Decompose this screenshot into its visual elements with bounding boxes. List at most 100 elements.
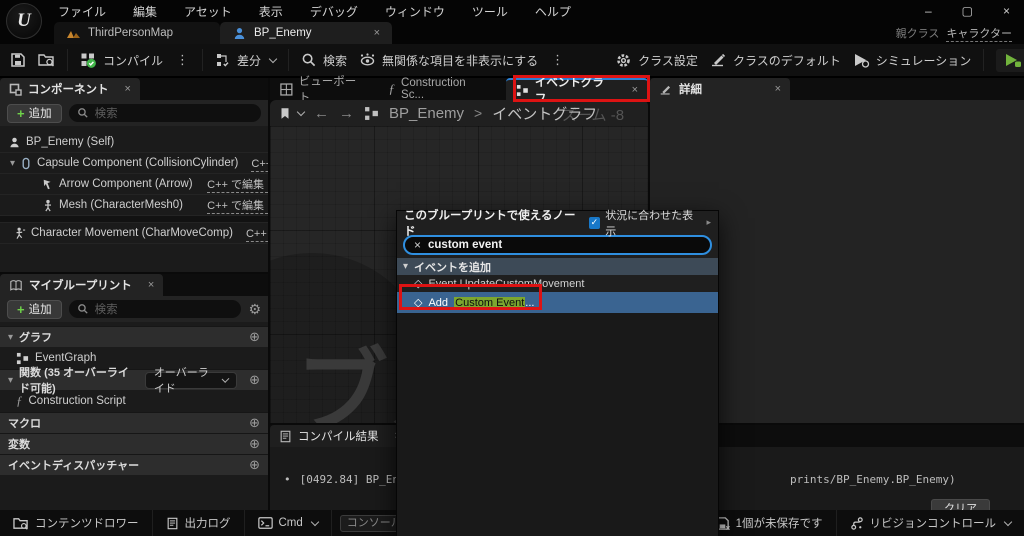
tab-viewport[interactable]: ビューポート [270, 76, 377, 104]
bookmark-icon[interactable] [278, 106, 292, 121]
tab-construction-script[interactable]: ƒ Construction Sc... [379, 77, 501, 101]
compile-options-kebab-icon[interactable]: ⋮ [175, 52, 190, 68]
play-icon[interactable] [1004, 52, 1022, 69]
tab-thirdpersonmap[interactable]: ThirdPersonMap [54, 22, 220, 44]
hide-unrelated-button[interactable]: 無関係な項目を非表示にする [359, 52, 538, 69]
browse-button[interactable] [38, 52, 55, 68]
find-button[interactable]: 検索 [301, 52, 347, 69]
hide-unrelated-kebab-icon[interactable]: ⋮ [550, 52, 565, 68]
cmd-dropdown[interactable]: Cmd [245, 510, 332, 536]
add-variable-icon[interactable]: ⊕ [249, 436, 260, 452]
menu-help[interactable]: ヘルプ [535, 3, 571, 20]
chevron-right-icon[interactable]: ▸ [706, 217, 711, 228]
search-icon [302, 53, 316, 67]
close-tab-icon[interactable]: × [148, 279, 154, 291]
component-row-self[interactable]: BP_Enemy (Self) [0, 132, 268, 153]
collapse-arrow-icon[interactable]: ▾ [8, 332, 13, 343]
dispatchers-section-header[interactable]: イベントディスパッチャー ⊕ [0, 454, 268, 475]
compile-check-icon [81, 53, 96, 68]
component-row-charmove[interactable]: Character Movement (CharMoveComp) C++ で編… [0, 223, 268, 244]
add-function-icon[interactable]: ⊕ [249, 372, 260, 388]
back-icon[interactable]: ← [314, 105, 329, 122]
close-window-button[interactable]: × [1003, 4, 1010, 18]
add-event-section-header[interactable]: ▾ イベントを追加 [397, 258, 718, 275]
tab-event-graph[interactable]: イベントグラフ × [506, 77, 648, 105]
menu-item-add-custom-event[interactable]: ◇ Add Custom Event... [397, 292, 718, 313]
clear-search-icon[interactable]: × [414, 238, 421, 252]
maximize-button[interactable]: ▢ [962, 4, 973, 18]
tab-compile-results[interactable]: コンパイル結果 × [270, 425, 410, 447]
panel-settings-gear-icon[interactable]: ⚙ [248, 301, 261, 318]
simulation-button[interactable]: シミュレーション [853, 52, 971, 69]
menu-edit[interactable]: 編集 [133, 3, 157, 20]
menu-item-update-custom-movement[interactable]: ◇ Event UpdateCustomMovement [397, 275, 718, 292]
add-macro-icon[interactable]: ⊕ [249, 415, 260, 431]
functions-section-header[interactable]: ▾ 関数 (35 オーバーライド可能) オーバーライド ⊕ [0, 367, 268, 395]
diff-button[interactable]: 差分 [215, 52, 278, 69]
component-row-capsule[interactable]: ▾ Capsule Component (CollisionCylinder) … [0, 153, 268, 174]
bookmark-chevron-icon[interactable] [296, 107, 306, 116]
tab-details[interactable]: 詳細 × [650, 78, 790, 100]
menu-bar: ファイル 編集 アセット 表示 デバッグ ウィンドウ ツール ヘルプ [58, 3, 571, 20]
tab-components[interactable]: コンポーネント × [0, 78, 140, 100]
content-drawer-icon [13, 517, 28, 530]
collapse-arrow-icon[interactable]: ▾ [403, 261, 408, 272]
close-tab-icon[interactable]: × [125, 83, 131, 95]
class-settings-button[interactable]: クラス設定 [615, 52, 698, 69]
edit-cpp-link[interactable]: C++ で編集 [245, 225, 268, 242]
context-sensitive-toggle[interactable]: ✓ 状況に合わせた表示 ▸ [588, 207, 711, 239]
revision-control-button[interactable]: リビジョンコントロール [835, 510, 1024, 536]
close-tab-icon[interactable]: × [632, 84, 638, 96]
variables-section-header[interactable]: 変数 ⊕ [0, 433, 268, 454]
components-search-input[interactable]: 検索 [68, 104, 261, 122]
menu-file[interactable]: ファイル [58, 3, 106, 20]
find-label: 検索 [323, 53, 348, 68]
menu-window[interactable]: ウィンドウ [385, 3, 445, 20]
macros-section-header[interactable]: マクロ ⊕ [0, 412, 268, 433]
menu-tools[interactable]: ツール [472, 3, 508, 20]
edit-cpp-link[interactable]: C++ で編集 [251, 155, 268, 172]
graphs-section-header[interactable]: ▾ グラフ ⊕ [0, 326, 268, 347]
component-row-mesh[interactable]: Mesh (CharacterMesh0) C++ で編集 [0, 195, 268, 216]
my-blueprint-search-input[interactable]: 検索 [68, 300, 242, 318]
compile-button[interactable]: コンパイル [80, 52, 163, 69]
expand-arrow-icon[interactable]: ▾ [10, 158, 15, 169]
component-label: Capsule Component (CollisionCylinder) [37, 157, 239, 169]
function-icon: ƒ [388, 81, 396, 96]
function-icon: ƒ [16, 393, 23, 408]
chevron-down-icon [221, 374, 230, 383]
log-entry-right: prints/BP_Enemy.BP_Enemy) [790, 473, 956, 486]
menu-debug[interactable]: デバッグ [310, 3, 358, 20]
save-icon [11, 53, 25, 67]
parent-class-link[interactable]: キャラクター [946, 25, 1012, 42]
class-defaults-button[interactable]: クラスのデフォルト [710, 52, 841, 69]
arrow-component-icon [43, 179, 51, 190]
unsaved-label: 1個が未保存です [735, 518, 823, 530]
minimize-button[interactable]: – [925, 4, 932, 18]
forward-icon[interactable]: → [339, 105, 354, 122]
collapse-arrow-icon[interactable]: ▾ [8, 375, 13, 386]
override-dropdown[interactable]: オーバーライド [144, 367, 238, 395]
unsaved-indicator-button[interactable]: 1個が未保存です [700, 510, 836, 536]
content-drawer-button[interactable]: コンテンツドロワー [0, 510, 153, 536]
output-log-button[interactable]: 出力ログ [153, 510, 245, 536]
revision-control-icon [850, 516, 863, 530]
save-button[interactable] [10, 52, 26, 68]
tab-bp-enemy[interactable]: BP_Enemy × [220, 22, 392, 44]
add-blueprint-item-button[interactable]: + 追加 [7, 299, 62, 319]
search-icon [77, 304, 88, 314]
menu-view[interactable]: 表示 [259, 3, 283, 20]
close-tab-icon[interactable]: × [374, 27, 380, 39]
tab-my-blueprint[interactable]: マイブループリント × [0, 274, 164, 296]
checkbox-checked-icon[interactable]: ✓ [588, 216, 601, 229]
add-graph-icon[interactable]: ⊕ [249, 329, 260, 345]
component-row-arrow[interactable]: Arrow Component (Arrow) C++ で編集 [0, 174, 268, 195]
menu-asset[interactable]: アセット [184, 3, 232, 20]
close-tab-icon[interactable]: × [775, 83, 781, 95]
add-component-button[interactable]: + 追加 [7, 103, 62, 123]
edit-cpp-link[interactable]: C++ で編集 [207, 197, 268, 214]
breadcrumb-root[interactable]: BP_Enemy [389, 105, 464, 122]
add-dispatcher-icon[interactable]: ⊕ [249, 457, 260, 473]
edit-cpp-link[interactable]: C++ で編集 [207, 176, 268, 193]
breadcrumb-current[interactable]: イベントグラフ [492, 103, 597, 124]
